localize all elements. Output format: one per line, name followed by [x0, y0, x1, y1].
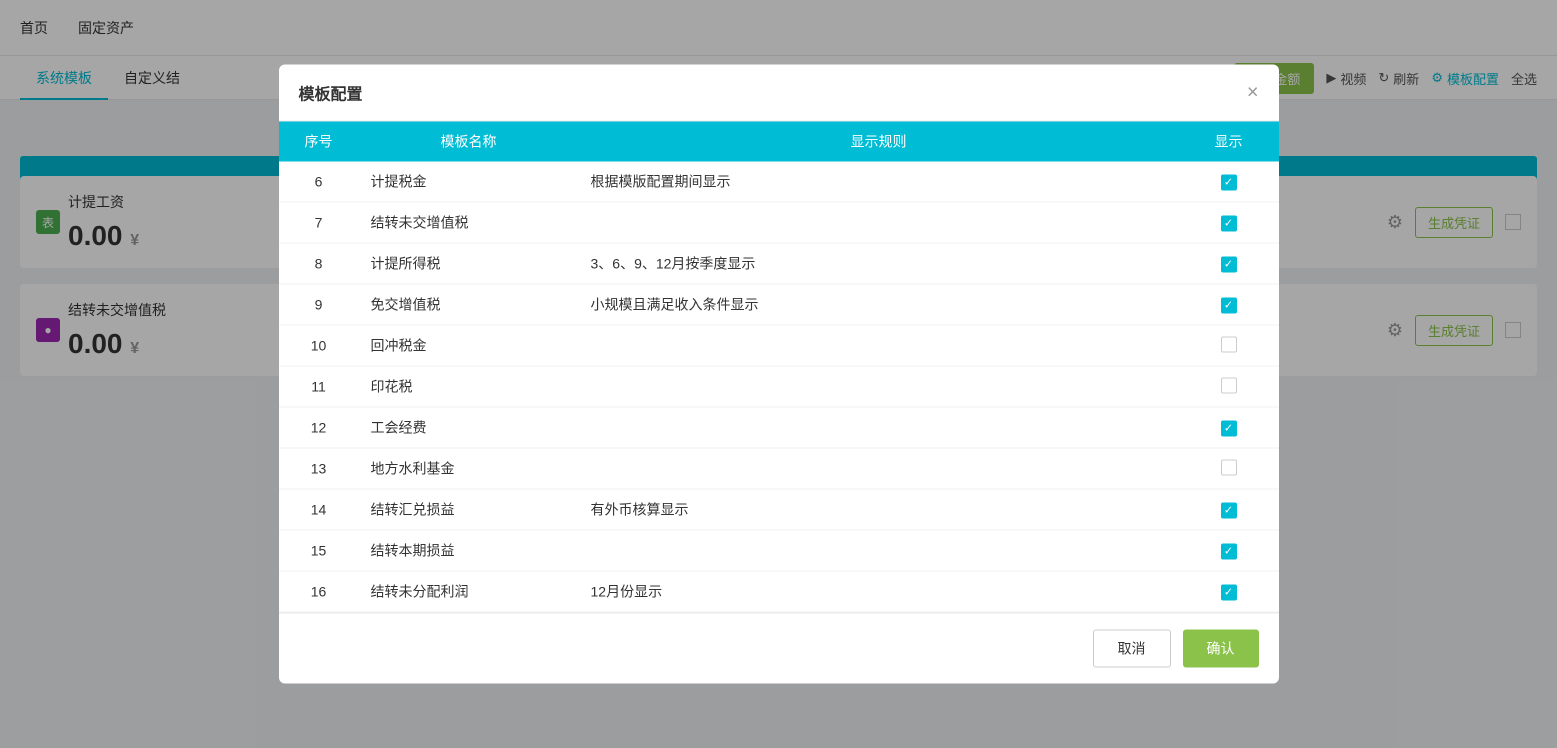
cell-index-3: 9 [279, 284, 359, 325]
cell-check-0[interactable]: ✓ [1179, 162, 1279, 203]
cell-rule-9 [579, 530, 1179, 571]
checkbox-checked-2[interactable]: ✓ [1221, 256, 1237, 272]
table-row: 6计提税金根据模版配置期间显示 ✓ [279, 162, 1279, 203]
cell-name-8: 结转汇兑损益 [359, 489, 579, 530]
table-header-row: 序号 模板名称 显示规则 显示 [279, 122, 1279, 162]
cell-check-7[interactable] [1179, 448, 1279, 489]
cell-index-2: 8 [279, 243, 359, 284]
modal-footer: 取消 确认 [279, 613, 1279, 684]
checkbox-checked-9[interactable]: ✓ [1221, 543, 1237, 559]
th-show: 显示 [1179, 122, 1279, 162]
cell-index-8: 14 [279, 489, 359, 530]
table-row: 13地方水利基金 [279, 448, 1279, 489]
checkbox-checked-0[interactable]: ✓ [1221, 174, 1237, 190]
modal-title: 模板配置 [299, 81, 363, 105]
th-name: 模板名称 [359, 122, 579, 162]
checkbox-checked-10[interactable]: ✓ [1221, 584, 1237, 600]
checkbox-checked-8[interactable]: ✓ [1221, 502, 1237, 518]
cell-check-5[interactable] [1179, 366, 1279, 407]
cell-name-3: 免交增值税 [359, 284, 579, 325]
cell-index-1: 7 [279, 202, 359, 243]
table-row: 10回冲税金 [279, 325, 1279, 366]
table-row: 8计提所得税3、6、9、12月按季度显示 ✓ [279, 243, 1279, 284]
cell-index-5: 11 [279, 366, 359, 407]
cell-check-3[interactable]: ✓ [1179, 284, 1279, 325]
checkbox-checked-1[interactable]: ✓ [1221, 215, 1237, 231]
table-row: 12工会经费 ✓ [279, 407, 1279, 448]
cell-index-0: 6 [279, 162, 359, 203]
checkbox-unchecked-7[interactable] [1221, 459, 1237, 475]
cell-index-4: 10 [279, 325, 359, 366]
table-row: 15结转本期损益 ✓ [279, 530, 1279, 571]
cell-name-6: 工会经费 [359, 407, 579, 448]
cell-name-5: 印花税 [359, 366, 579, 407]
table-row: 11印花税 [279, 366, 1279, 407]
cell-rule-3: 小规模且满足收入条件显示 [579, 284, 1179, 325]
cell-rule-7 [579, 448, 1179, 489]
cell-rule-10: 12月份显示 [579, 571, 1179, 612]
cell-rule-8: 有外币核算显示 [579, 489, 1179, 530]
cell-name-0: 计提税金 [359, 162, 579, 203]
table-row: 14结转汇兑损益有外币核算显示 ✓ [279, 489, 1279, 530]
modal-close-button[interactable]: × [1247, 83, 1259, 103]
th-index: 序号 [279, 122, 359, 162]
table-scroll-container[interactable]: 序号 模板名称 显示规则 显示 6计提税金根据模版配置期间显示✓7结转未交增值税… [279, 122, 1279, 613]
modal-header: 模板配置 × [279, 65, 1279, 122]
cell-index-7: 13 [279, 448, 359, 489]
cell-rule-2: 3、6、9、12月按季度显示 [579, 243, 1179, 284]
cell-rule-1 [579, 202, 1179, 243]
table-row: 7结转未交增值税 ✓ [279, 202, 1279, 243]
modal-body: 序号 模板名称 显示规则 显示 6计提税金根据模版配置期间显示✓7结转未交增值税… [279, 122, 1279, 613]
cell-name-7: 地方水利基金 [359, 448, 579, 489]
cell-rule-5 [579, 366, 1179, 407]
config-table: 序号 模板名称 显示规则 显示 6计提税金根据模版配置期间显示✓7结转未交增值税… [279, 122, 1279, 613]
cell-index-10: 16 [279, 571, 359, 612]
checkbox-checked-6[interactable]: ✓ [1221, 420, 1237, 436]
cell-check-9[interactable]: ✓ [1179, 530, 1279, 571]
cell-name-4: 回冲税金 [359, 325, 579, 366]
checkbox-checked-3[interactable]: ✓ [1221, 297, 1237, 313]
checkbox-unchecked-4[interactable] [1221, 336, 1237, 352]
cell-rule-4 [579, 325, 1179, 366]
cell-check-1[interactable]: ✓ [1179, 202, 1279, 243]
table-row: 9免交增值税小规模且满足收入条件显示 ✓ [279, 284, 1279, 325]
cell-name-2: 计提所得税 [359, 243, 579, 284]
cell-name-9: 结转本期损益 [359, 530, 579, 571]
th-rule: 显示规则 [579, 122, 1179, 162]
cell-check-10[interactable]: ✓ [1179, 571, 1279, 612]
cell-check-8[interactable]: ✓ [1179, 489, 1279, 530]
cell-rule-6 [579, 407, 1179, 448]
table-row: 16结转未分配利润12月份显示 ✓ [279, 571, 1279, 612]
cell-check-6[interactable]: ✓ [1179, 407, 1279, 448]
cell-index-6: 12 [279, 407, 359, 448]
cancel-button[interactable]: 取消 [1093, 630, 1171, 668]
table-body: 6计提税金根据模版配置期间显示✓7结转未交增值税✓8计提所得税3、6、9、12月… [279, 162, 1279, 613]
cell-rule-0: 根据模版配置期间显示 [579, 162, 1179, 203]
confirm-button[interactable]: 确认 [1183, 630, 1259, 668]
cell-name-10: 结转未分配利润 [359, 571, 579, 612]
cell-check-4[interactable] [1179, 325, 1279, 366]
template-config-modal: 模板配置 × 序号 模板名称 显示规则 显示 6计提税金根据模版配置期间显示✓7… [279, 65, 1279, 684]
cell-index-9: 15 [279, 530, 359, 571]
cell-name-1: 结转未交增值税 [359, 202, 579, 243]
checkbox-unchecked-5[interactable] [1221, 377, 1237, 393]
cell-check-2[interactable]: ✓ [1179, 243, 1279, 284]
